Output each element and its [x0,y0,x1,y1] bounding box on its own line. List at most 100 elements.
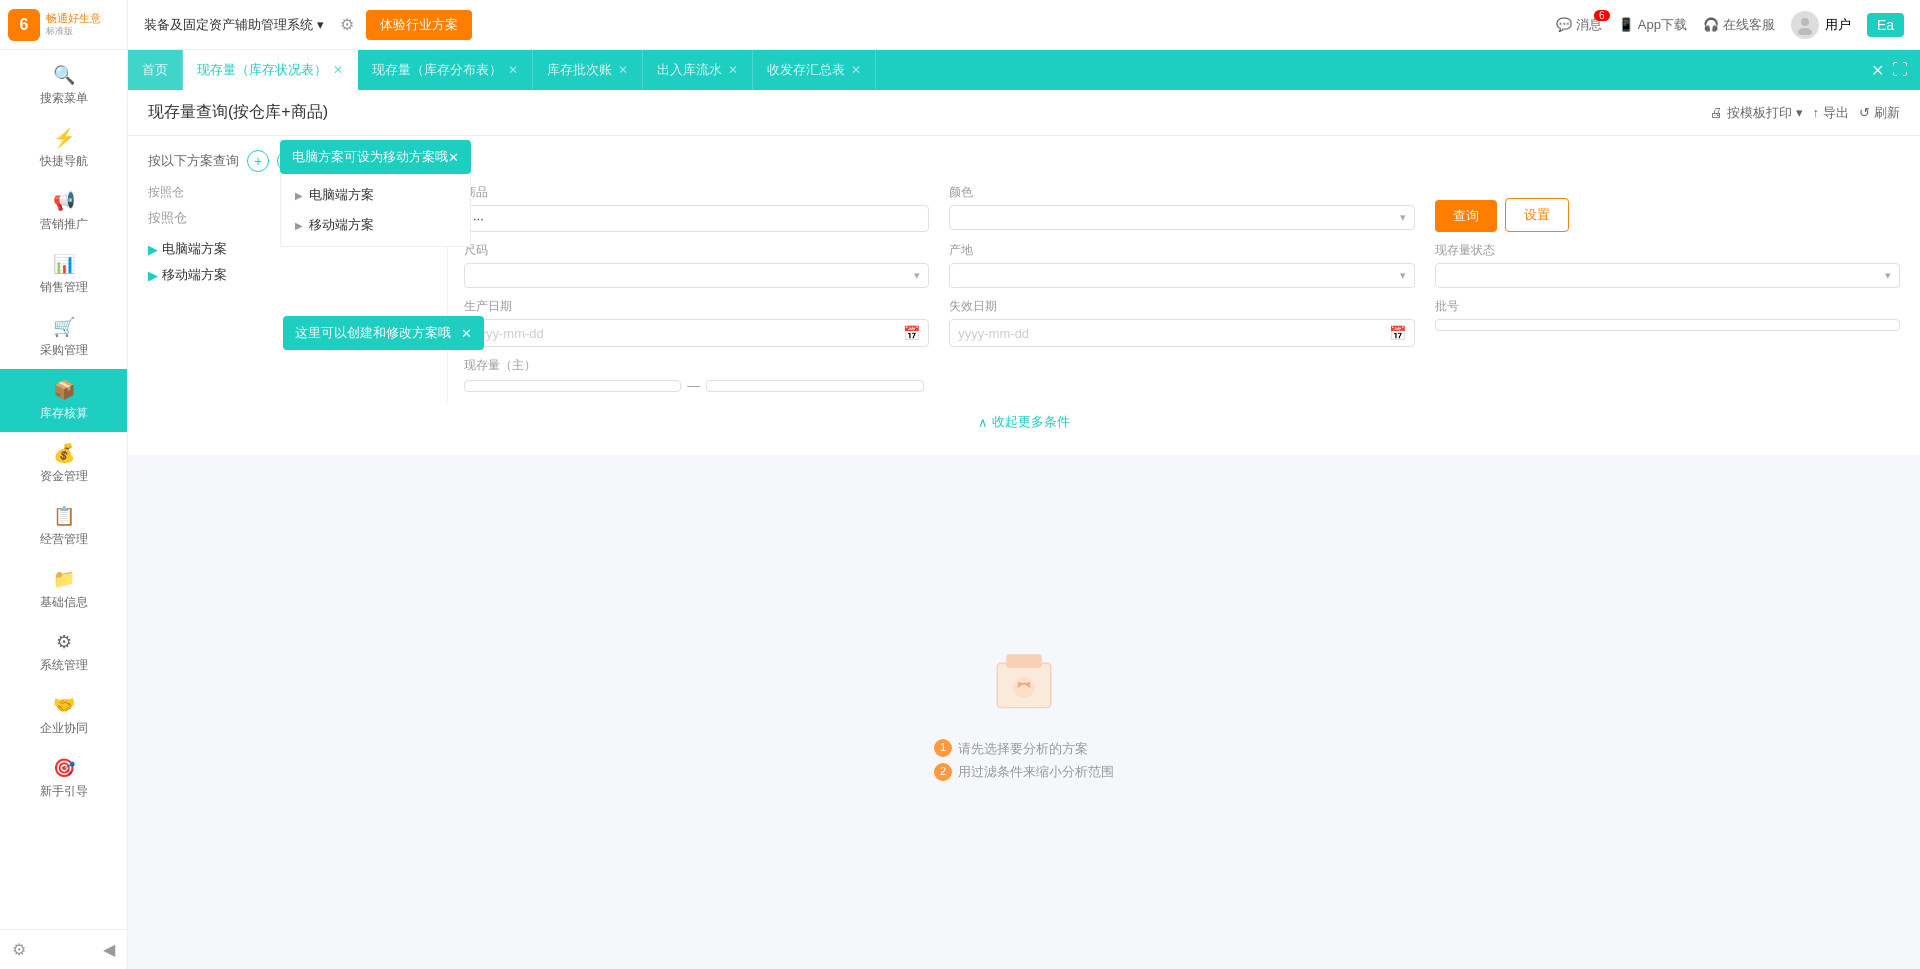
tab-batch-close[interactable]: ✕ [618,63,628,77]
scheme-tooltip-text: 电脑方案可设为移动方案哦 [292,148,448,166]
empty-tips: 1 请先选择要分析的方案 2 用过滤条件来缩小分析范围 [934,737,1114,784]
tab-batch-label: 库存批次账 [547,61,612,79]
add-scheme-btn[interactable]: + [247,150,269,172]
exp-date-input[interactable]: yyyy-mm-dd 📅 [949,319,1414,347]
ea-button[interactable]: Ea [1867,13,1904,37]
filter-row-1: 商品 ··· 颜色 ▾ [464,184,1900,232]
exp-date-placeholder: yyyy-mm-dd [958,326,1029,341]
export-btn[interactable]: ↑ 导出 [1813,104,1850,122]
close-all-tabs-icon[interactable]: ✕ [1871,61,1884,80]
tab-stock-dist-label: 现存量（库存分布表） [372,61,502,79]
warehouse-mobile-item[interactable]: ▶ 移动端方案 [148,263,431,287]
stock-separator: — [687,378,700,393]
sidebar-item-inventory[interactable]: 📦 库存核算 [0,369,127,432]
origin-select[interactable]: ▾ [949,263,1414,288]
stock-status-label: 现存量状态 [1435,242,1900,259]
scheme-item-pc[interactable]: ▶ 电脑端方案 [281,180,470,210]
field-exp-date: 失效日期 yyyy-mm-dd 📅 [949,298,1414,347]
collapse-sidebar-icon[interactable]: ◀ [103,940,115,959]
sidebar-item-inventory-label: 库存核算 [40,405,88,422]
chevron-up-icon: ∧ [978,415,988,430]
maximize-icon[interactable]: ⛶ [1892,61,1908,79]
sidebar-item-system[interactable]: ⚙ 系统管理 [0,621,127,684]
sidebar-item-nav-label: 快捷导航 [40,153,88,170]
msg-btn[interactable]: 💬 消息 6 [1556,16,1602,34]
size-select[interactable]: ▾ [464,263,929,288]
tip-text-2: 用过滤条件来缩小分析范围 [958,760,1114,783]
app-label: App下载 [1638,16,1687,34]
tab-inout[interactable]: 出入库流水 ✕ [643,50,753,90]
refresh-btn[interactable]: ↺ 刷新 [1859,104,1900,122]
tab-inout-close[interactable]: ✕ [728,63,738,77]
sidebar-item-search[interactable]: 🔍 搜索菜单 [0,54,127,117]
settings-bottom-icon[interactable]: ⚙ [12,940,26,959]
field-prod-date: 生产日期 yyyy-mm-dd 📅 [464,298,929,347]
sidebar-item-marketing[interactable]: 📢 营销推广 [0,180,127,243]
filter-row-4: 现存量（主） — [464,357,1900,393]
tab-stock-status-label: 现存量（库存状况表） [197,61,327,79]
system-icon: ⚙ [56,631,72,653]
sidebar-item-operation[interactable]: 📋 经营管理 [0,495,127,558]
logo-text-wrap: 畅通好生意 标准版 [46,11,101,38]
sidebar-item-guide-label: 新手引导 [40,783,88,800]
sidebar-item-collab[interactable]: 🤝 企业协同 [0,684,127,747]
finance-icon: 💰 [53,442,75,464]
goods-input[interactable]: ··· [464,205,929,232]
goods-dots: ··· [473,211,484,226]
user-menu[interactable]: 用户 [1791,11,1851,39]
main-area: 装备及固定资产辅助管理系统 ▾ ⚙ 体验行业方案 💬 消息 6 📱 App下载 … [128,0,1920,969]
scheme-tooltip: 电脑方案可设为移动方案哦 ✕ [280,140,471,174]
prod-date-label: 生产日期 [464,298,929,315]
tab-batch[interactable]: 库存批次账 ✕ [533,50,643,90]
industry-btn[interactable]: 体验行业方案 [366,10,472,40]
svg-rect-3 [1006,654,1042,667]
prod-date-input[interactable]: yyyy-mm-dd 📅 [464,319,929,347]
tab-stock-dist[interactable]: 现存量（库存分布表） ✕ [358,50,533,90]
triangle-icon: ▶ [295,190,303,201]
edit-tooltip-close-btn[interactable]: ✕ [461,326,472,341]
sidebar-item-basic[interactable]: 📁 基础信息 [0,558,127,621]
stock-max-input[interactable] [706,380,923,392]
gear-icon[interactable]: ⚙ [340,15,354,34]
sidebar-item-purchase[interactable]: 🛒 采购管理 [0,306,127,369]
search-icon: 🔍 [53,64,75,86]
online-service-btn[interactable]: 🎧 在线客服 [1703,16,1775,34]
tab-stock-dist-close[interactable]: ✕ [508,63,518,77]
search-button[interactable]: 查询 [1435,200,1497,232]
field-size: 尺码 ▾ [464,242,929,288]
filter-row-3: 生产日期 yyyy-mm-dd 📅 失效日期 yyyy-mm-dd 📅 [464,298,1900,347]
tab-stock-status[interactable]: 现存量（库存状况表） ✕ [183,50,358,90]
scheme-tooltip-popup: 电脑方案可设为移动方案哦 ✕ ▶ 电脑端方案 ▶ 移动端方案 [280,140,471,247]
sidebar-item-finance-label: 资金管理 [40,468,88,485]
tab-home[interactable]: 首页 [128,50,183,90]
app-download-btn[interactable]: 📱 App下载 [1618,16,1687,34]
warehouse-mobile-text: 移动端方案 [162,266,227,284]
topbar-right: 💬 消息 6 📱 App下载 🎧 在线客服 用户 [1556,11,1904,39]
tab-stock-status-close[interactable]: ✕ [333,63,343,77]
filter-row-2: 尺码 ▾ 产地 ▾ [464,242,1900,288]
sidebar-logo: 6 畅通好生意 标准版 [0,0,127,50]
collapse-btn[interactable]: ∧ 收起更多条件 [148,413,1900,431]
tab-summary[interactable]: 收发存汇总表 ✕ [753,50,876,90]
scheme-tooltip-close-btn[interactable]: ✕ [448,150,459,165]
sidebar-item-system-label: 系统管理 [40,657,88,674]
stock-min-input[interactable] [464,380,681,392]
color-select[interactable]: ▾ [949,205,1414,230]
tab-home-label: 首页 [142,61,168,79]
calendar-exp-icon: 📅 [1389,325,1406,341]
navtabs-end: ✕ ⛶ [1859,61,1920,80]
sidebar-item-finance[interactable]: 💰 资金管理 [0,432,127,495]
batch-input[interactable] [1435,319,1900,331]
reset-button[interactable]: 设置 [1505,198,1569,232]
scheme-item-mobile[interactable]: ▶ 移动端方案 [281,210,470,240]
sidebar-item-nav[interactable]: ⚡ 快捷导航 [0,117,127,180]
sidebar-item-guide[interactable]: 🎯 新手引导 [0,747,127,810]
field-stock-main: 现存量（主） — [464,357,924,393]
tab-summary-close[interactable]: ✕ [851,63,861,77]
template-print-btn[interactable]: 🖨 按模板打印 ▾ [1710,104,1803,122]
field-origin: 产地 ▾ [949,242,1414,288]
sidebar-item-sales[interactable]: 📊 销售管理 [0,243,127,306]
system-select[interactable]: 装备及固定资产辅助管理系统 ▾ [144,16,324,34]
stock-status-select[interactable]: ▾ [1435,263,1900,288]
scheme-pc-label: 电脑端方案 [309,186,374,204]
